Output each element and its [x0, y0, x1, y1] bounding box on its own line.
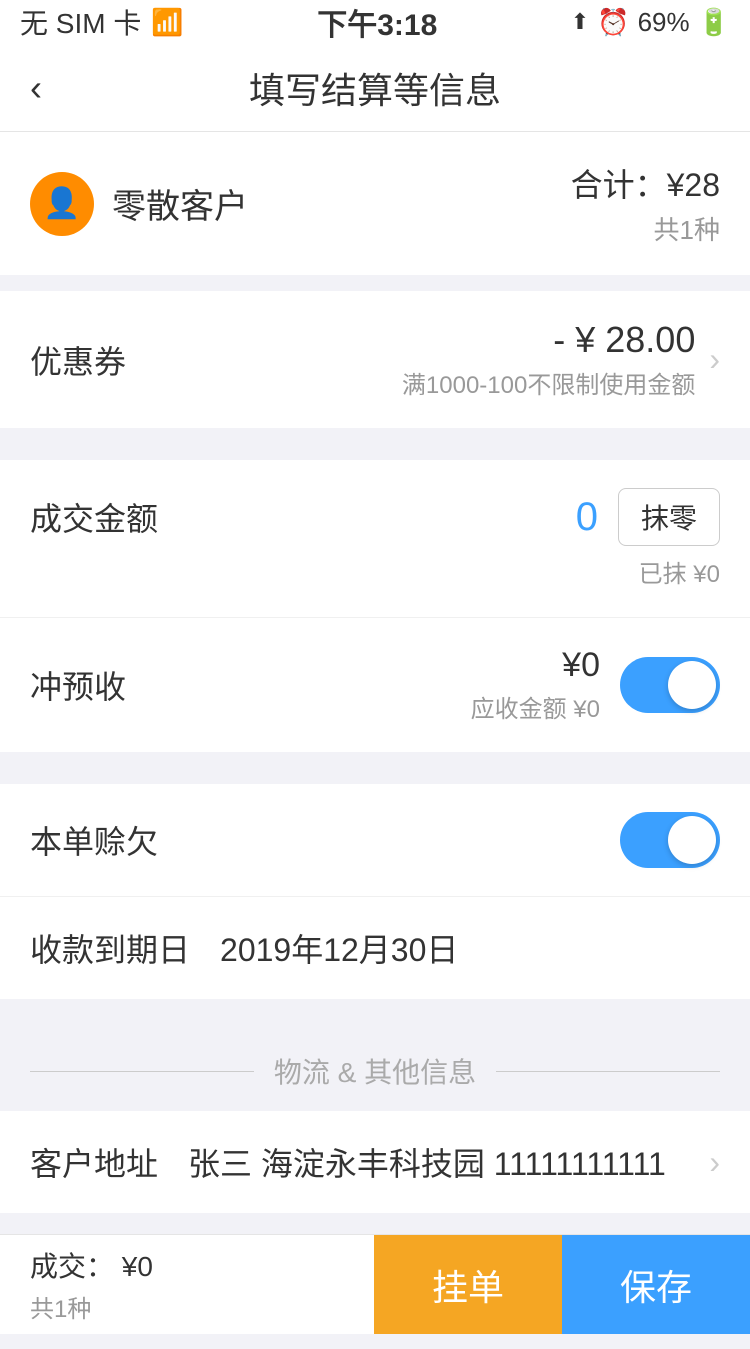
back-button[interactable]: ‹	[30, 67, 42, 109]
section-divider-2	[0, 768, 750, 784]
coupon-chevron-icon: ›	[709, 341, 720, 378]
logistics-divider-right	[496, 1071, 720, 1072]
address-chevron-icon: ›	[709, 1144, 720, 1181]
duedate-value: 2019年12月30日	[220, 925, 458, 971]
debt-section: 本单赊欠 收款到期日 2019年12月30日	[0, 784, 750, 999]
alarm-icon: ⏰	[597, 7, 629, 38]
prepayment-right: ¥0 应收金额 ¥0	[471, 646, 720, 724]
prepayment-main: ¥0	[471, 646, 600, 685]
bottom-summary: 成交： ¥0 共1种	[0, 1235, 374, 1334]
coupon-label: 优惠券	[30, 337, 126, 383]
status-right: ⬆ ⏰ 69% 🔋	[571, 7, 730, 38]
customer-name: 零散客户	[112, 179, 248, 228]
debt-row: 本单赊欠	[0, 784, 750, 896]
bottom-bar: 成交： ¥0 共1种 挂单 保存	[0, 1234, 750, 1334]
avatar-icon: 👤	[43, 186, 80, 221]
transaction-value: 0 抹零	[576, 488, 720, 546]
location-icon: ⬆	[571, 9, 589, 35]
hold-button[interactable]: 挂单	[374, 1235, 562, 1334]
toggle-knob	[668, 661, 716, 709]
round-button[interactable]: 抹零	[618, 488, 720, 546]
status-time: 下午3:18	[317, 0, 437, 44]
transaction-row: 成交金额 0 抹零 已抹 ¥0	[0, 460, 750, 617]
coupon-value-block: - ¥ 28.00 满1000-100不限制使用金额	[402, 319, 695, 400]
total-count: 共1种	[571, 210, 720, 247]
debt-toggle[interactable]	[620, 812, 720, 868]
duedate-row: 收款到期日 2019年12月30日	[0, 896, 750, 999]
total-amount: 合计：¥28	[571, 160, 720, 206]
address-row[interactable]: 客户地址 张三 海淀永丰科技园 11111111111 ›	[0, 1111, 750, 1213]
section-divider-3	[0, 1015, 750, 1031]
transaction-top: 成交金额 0 抹零	[30, 488, 720, 546]
coupon-right: - ¥ 28.00 满1000-100不限制使用金额 ›	[402, 319, 720, 400]
prepayment-toggle[interactable]	[620, 657, 720, 713]
logistics-section: 物流 & 其他信息	[0, 1031, 750, 1111]
transaction-sub: 已抹 ¥0	[30, 554, 720, 589]
transaction-section: 成交金额 0 抹零 已抹 ¥0 冲预收 ¥0 应收金额 ¥0	[0, 460, 750, 752]
coupon-amount: - ¥ 28.00	[402, 319, 695, 361]
duedate-label: 收款到期日	[30, 925, 190, 971]
battery-icon: 🔋	[698, 7, 730, 38]
logistics-label: 物流 & 其他信息	[254, 1051, 496, 1091]
prepayment-row: 冲预收 ¥0 应收金额 ¥0	[0, 617, 750, 752]
nav-bar: ‹ 填写结算等信息	[0, 44, 750, 132]
page-title: 填写结算等信息	[249, 62, 501, 114]
avatar: 👤	[30, 172, 94, 236]
bottom-count-label: 共1种	[30, 1289, 344, 1324]
status-bar: 无 SIM 卡 📶 下午3:18 ⬆ ⏰ 69% 🔋	[0, 0, 750, 44]
customer-left: 👤 零散客户	[30, 172, 248, 236]
prepayment-amounts: ¥0 应收金额 ¥0	[471, 646, 600, 724]
transaction-amount: 0	[576, 495, 598, 540]
debt-toggle-knob	[668, 816, 716, 864]
address-label: 客户地址	[30, 1139, 158, 1185]
address-value: 张三 海淀永丰科技园 11111111111	[188, 1139, 709, 1185]
coupon-section: 优惠券 - ¥ 28.00 满1000-100不限制使用金额 ›	[0, 291, 750, 428]
coupon-row[interactable]: 优惠券 - ¥ 28.00 满1000-100不限制使用金额 ›	[0, 291, 750, 428]
sim-label: 无 SIM 卡	[20, 2, 141, 42]
status-left: 无 SIM 卡 📶	[20, 2, 184, 42]
coupon-desc: 满1000-100不限制使用金额	[402, 365, 695, 400]
transaction-label: 成交金额	[30, 494, 158, 540]
logistics-divider-left	[30, 1071, 254, 1072]
battery-label: 69%	[638, 7, 690, 38]
address-section: 客户地址 张三 海淀永丰科技园 11111111111 ›	[0, 1111, 750, 1213]
customer-row: 👤 零散客户 合计：¥28 共1种	[0, 132, 750, 275]
save-button[interactable]: 保存	[562, 1235, 750, 1334]
customer-right: 合计：¥28 共1种	[571, 160, 720, 247]
section-divider-1	[0, 444, 750, 460]
wifi-icon: 📶	[151, 7, 183, 38]
prepayment-label: 冲预收	[30, 662, 126, 708]
bottom-trade-label: 成交： ¥0	[30, 1245, 344, 1285]
customer-section: 👤 零散客户 合计：¥28 共1种	[0, 132, 750, 275]
debt-label: 本单赊欠	[30, 817, 158, 863]
prepayment-sub: 应收金额 ¥0	[471, 689, 600, 724]
